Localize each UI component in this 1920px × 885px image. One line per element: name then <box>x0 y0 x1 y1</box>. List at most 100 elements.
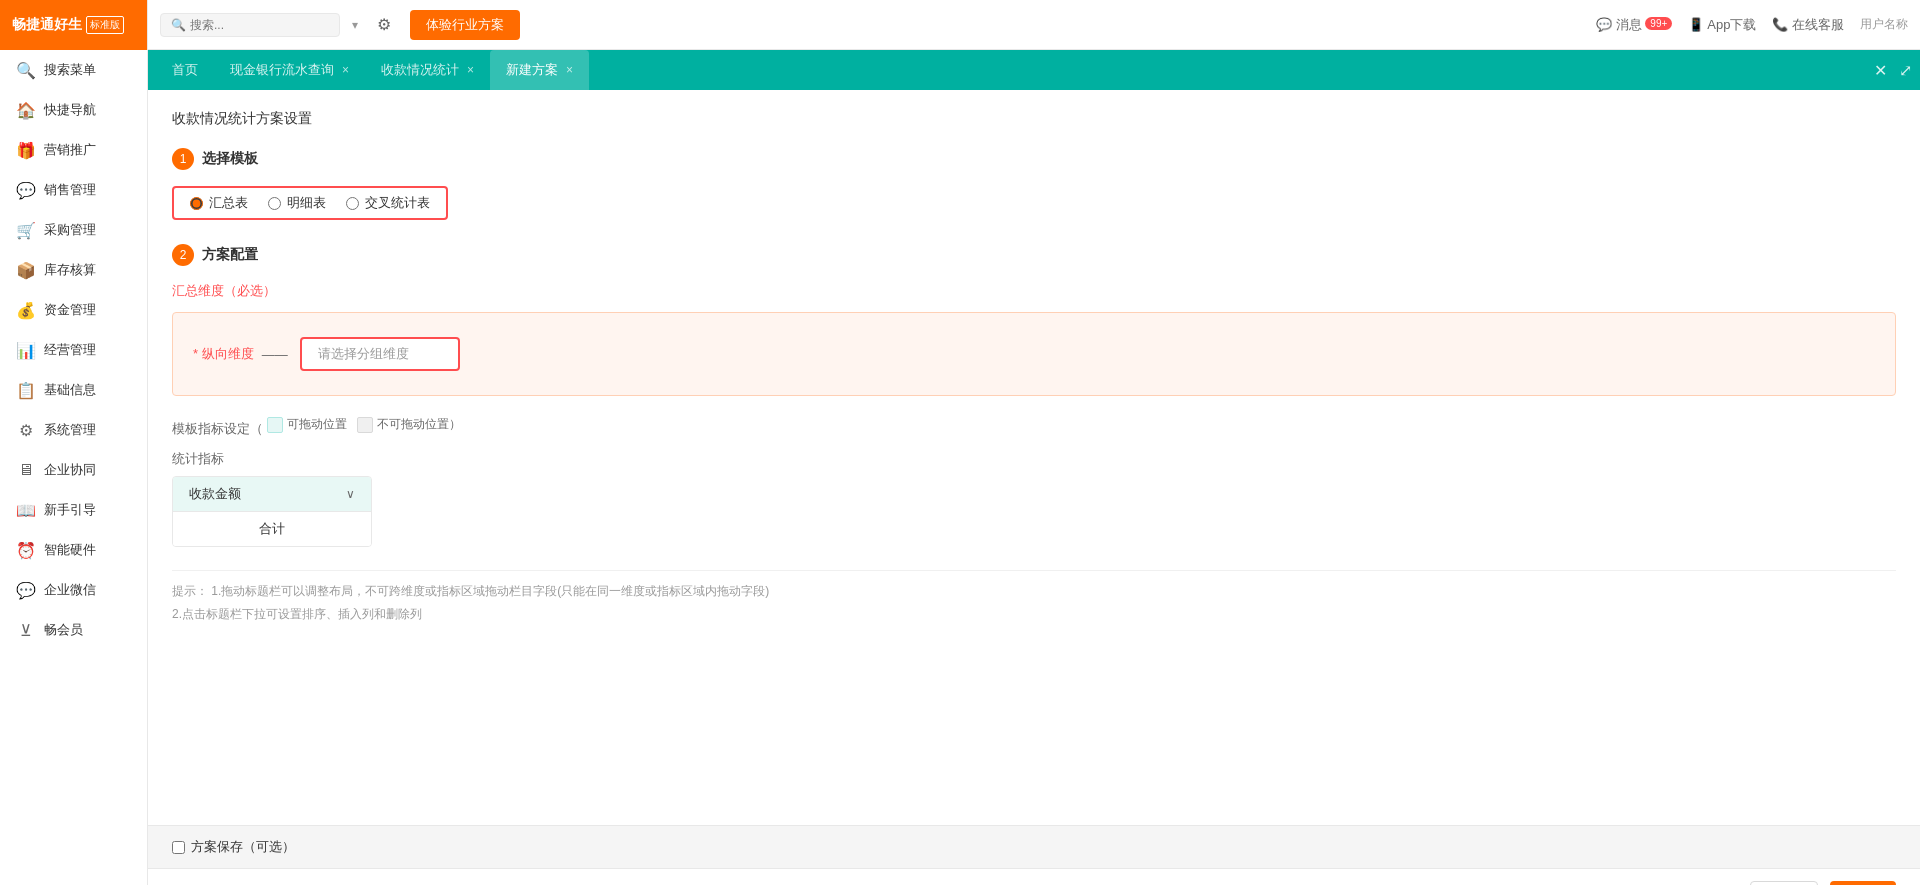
legend-not-draggable-label: 不可拖动位置） <box>377 416 461 433</box>
tab-home[interactable]: 首页 <box>156 50 214 90</box>
close-window-icon[interactable]: ✕ <box>1874 61 1887 80</box>
sidebar-item-label: 快捷导航 <box>44 101 96 119</box>
sidebar-item-label: 新手引导 <box>44 501 96 519</box>
tab-receipt[interactable]: 收款情况统计 × <box>365 50 490 90</box>
tip-line-1: 提示： 1.拖动标题栏可以调整布局，不可跨维度或指标区域拖动栏目字段(只能在同一… <box>172 583 1896 600</box>
radio-crosstab-label: 交叉统计表 <box>365 194 430 212</box>
tip-line-2: 2.点击标题栏下拉可设置排序、插入列和删除列 <box>172 606 1896 623</box>
metrics-table-row: 合计 <box>173 511 371 546</box>
sidebar-item-label: 系统管理 <box>44 421 96 439</box>
draggable-box <box>267 417 283 433</box>
system-icon: ⚙ <box>16 420 36 440</box>
search-magnifier-icon: 🔍 <box>171 18 186 32</box>
sidebar-item-label: 基础信息 <box>44 381 96 399</box>
sidebar-item-guide[interactable]: 📖 新手引导 <box>0 490 147 530</box>
dimension-area: * 纵向维度 —— 请选择分组维度 <box>172 312 1896 396</box>
radio-detail[interactable]: 明细表 <box>268 194 326 212</box>
tab-new-plan-close[interactable]: × <box>566 63 573 77</box>
tab-cashflow[interactable]: 现金银行流水查询 × <box>214 50 365 90</box>
message-area[interactable]: 💬 消息 99+ <box>1596 16 1672 34</box>
info-icon: 📋 <box>16 380 36 400</box>
tabbar: 首页 现金银行流水查询 × 收款情况统计 × 新建方案 × ✕ ⤢ <box>148 50 1920 90</box>
metrics-row-label: 合计 <box>259 521 285 536</box>
radio-summary-label: 汇总表 <box>209 194 248 212</box>
sidebar-item-wechat[interactable]: 💬 企业微信 <box>0 570 147 610</box>
content-area: 收款情况统计方案设置 1 选择模板 汇总表 明细表 <box>148 90 1920 885</box>
guide-icon: 📖 <box>16 500 36 520</box>
dimension-row: * 纵向维度 —— 请选择分组维度 <box>193 337 1875 371</box>
message-label: 消息 <box>1616 17 1642 32</box>
topbar: 🔍 ▾ ⚙ 体验行业方案 💬 消息 99+ 📱 App下载 📞 在线客服 用户名… <box>148 0 1920 50</box>
metrics-section: 模板指标设定（ 可拖动位置 不可拖动位置） 统 <box>172 416 1896 550</box>
sidebar-item-nav[interactable]: 🏠 快捷导航 <box>0 90 147 130</box>
inventory-icon: 📦 <box>16 260 36 280</box>
member-icon: ⊻ <box>16 620 36 640</box>
sidebar-item-label: 采购管理 <box>44 221 96 239</box>
search-icon: 🔍 <box>16 60 36 80</box>
sidebar-item-label: 搜索菜单 <box>44 61 96 79</box>
search-bar[interactable]: 🔍 <box>160 13 340 37</box>
footer-buttons: 取消 查询 <box>148 868 1920 885</box>
metrics-section-title: 统计指标 <box>172 450 1896 468</box>
sidebar-item-member[interactable]: ⊻ 畅会员 <box>0 610 147 650</box>
dimension-selector[interactable]: 请选择分组维度 <box>300 337 460 371</box>
tab-new-plan-label: 新建方案 <box>506 61 558 79</box>
wechat-icon: 💬 <box>16 580 36 600</box>
sidebar-item-hardware[interactable]: ⏰ 智能硬件 <box>0 530 147 570</box>
industry-button[interactable]: 体验行业方案 <box>410 10 520 40</box>
sidebar-logo: 畅捷通好生 标准版 <box>0 0 147 50</box>
main-area: 🔍 ▾ ⚙ 体验行业方案 💬 消息 99+ 📱 App下载 📞 在线客服 用户名… <box>148 0 1920 885</box>
sidebar-item-label: 营销推广 <box>44 141 96 159</box>
tab-cashflow-close[interactable]: × <box>342 63 349 77</box>
expand-window-icon[interactable]: ⤢ <box>1899 61 1912 80</box>
gear-icon[interactable]: ⚙ <box>370 11 398 39</box>
sidebar-item-label: 资金管理 <box>44 301 96 319</box>
legend-draggable-label: 可拖动位置 <box>287 416 347 433</box>
metrics-table-header[interactable]: 收款金额 ∨ <box>173 477 371 511</box>
save-section: 方案保存（可选） <box>148 825 1920 868</box>
tab-new-plan[interactable]: 新建方案 × <box>490 50 589 90</box>
save-checkbox[interactable] <box>172 841 185 854</box>
sidebar-item-collab[interactable]: 🖥 企业协同 <box>0 450 147 490</box>
metrics-table: 收款金额 ∨ 合计 <box>172 476 372 547</box>
page-title: 收款情况统计方案设置 <box>172 110 1896 128</box>
page-container: 收款情况统计方案设置 1 选择模板 汇总表 明细表 <box>148 90 1920 825</box>
template-radio-group: 汇总表 明细表 交叉统计表 <box>172 186 448 220</box>
user-name[interactable]: 用户名称 <box>1860 16 1908 33</box>
sidebar-item-system[interactable]: ⚙ 系统管理 <box>0 410 147 450</box>
step1-section: 1 选择模板 汇总表 明细表 交叉统计表 <box>172 148 1896 220</box>
step1-title: 选择模板 <box>202 150 258 168</box>
step2-header: 2 方案配置 <box>172 244 1896 266</box>
sidebar-item-label: 畅会员 <box>44 621 83 639</box>
sidebar-item-sales[interactable]: 💬 销售管理 <box>0 170 147 210</box>
tab-receipt-close[interactable]: × <box>467 63 474 77</box>
metrics-dropdown-icon[interactable]: ∨ <box>346 487 355 501</box>
metrics-label: 模板指标设定（ 可拖动位置 不可拖动位置） <box>172 416 461 438</box>
search-input[interactable] <box>190 18 320 32</box>
tab-receipt-label: 收款情况统计 <box>381 61 459 79</box>
sidebar-item-search[interactable]: 🔍 搜索菜单 <box>0 50 147 90</box>
sidebar-item-label: 智能硬件 <box>44 541 96 559</box>
radio-detail-label: 明细表 <box>287 194 326 212</box>
support-area[interactable]: 📞 在线客服 <box>1772 16 1844 34</box>
save-label: 方案保存（可选） <box>191 838 295 856</box>
sidebar-item-label: 经营管理 <box>44 341 96 359</box>
sidebar-item-marketing[interactable]: 🎁 营销推广 <box>0 130 147 170</box>
sidebar-item-finance[interactable]: 💰 资金管理 <box>0 290 147 330</box>
sales-icon: 💬 <box>16 180 36 200</box>
tip-section: 提示： 1.拖动标题栏可以调整布局，不可跨维度或指标区域拖动栏目字段(只能在同一… <box>172 570 1896 641</box>
sidebar-item-inventory[interactable]: 📦 库存核算 <box>0 250 147 290</box>
dimension-arrow: —— <box>262 347 288 362</box>
dimension-row-label: * 纵向维度 <box>193 345 254 363</box>
sidebar-item-operations[interactable]: 📊 经营管理 <box>0 330 147 370</box>
cancel-button[interactable]: 取消 <box>1750 881 1818 885</box>
save-checkbox-label[interactable]: 方案保存（可选） <box>172 838 295 856</box>
radio-crosstab[interactable]: 交叉统计表 <box>346 194 430 212</box>
radio-summary[interactable]: 汇总表 <box>190 194 248 212</box>
sidebar-item-basic-info[interactable]: 📋 基础信息 <box>0 370 147 410</box>
dropdown-arrow-icon[interactable]: ▾ <box>352 18 358 32</box>
sidebar-item-label: 企业微信 <box>44 581 96 599</box>
download-area[interactable]: 📱 App下载 <box>1688 16 1756 34</box>
query-button[interactable]: 查询 <box>1830 881 1896 885</box>
sidebar-item-purchase[interactable]: 🛒 采购管理 <box>0 210 147 250</box>
